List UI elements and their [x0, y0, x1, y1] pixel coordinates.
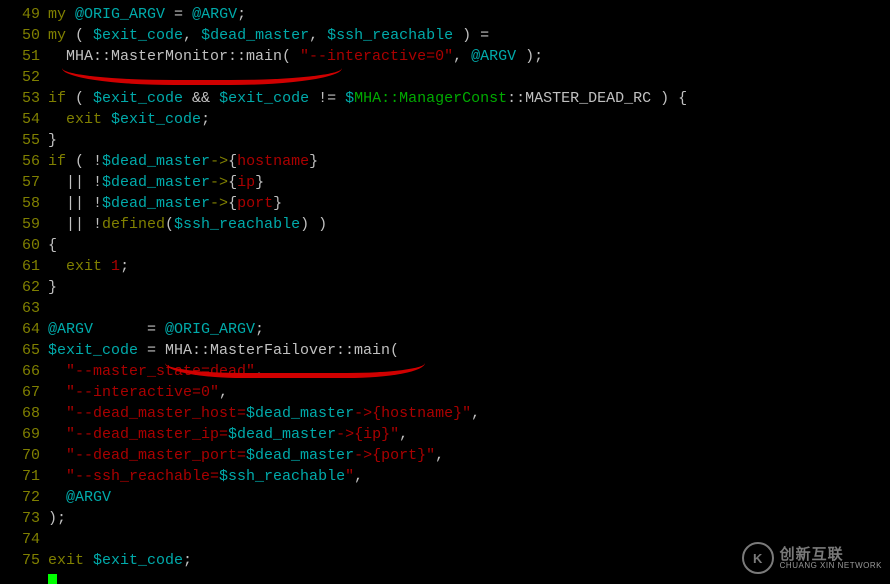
- line-number: 71: [0, 466, 48, 487]
- code-line[interactable]: 59 || !defined($ssh_reachable) ): [0, 214, 890, 235]
- line-number: 60: [0, 235, 48, 256]
- code-content[interactable]: "--dead_master_ip=$dead_master->{ip}",: [48, 424, 408, 445]
- code-content[interactable]: || !$dead_master->{ip}: [48, 172, 264, 193]
- line-number: 62: [0, 277, 48, 298]
- line-number: 49: [0, 4, 48, 25]
- code-content[interactable]: "--interactive=0",: [48, 382, 228, 403]
- line-number: 63: [0, 298, 48, 319]
- line-number: 56: [0, 151, 48, 172]
- code-content[interactable]: || !$dead_master->{port}: [48, 193, 282, 214]
- watermark-logo-icon: K: [742, 542, 774, 574]
- code-line[interactable]: 61 exit 1;: [0, 256, 890, 277]
- code-line[interactable]: 67 "--interactive=0",: [0, 382, 890, 403]
- line-number: 51: [0, 46, 48, 67]
- code-line[interactable]: 50my ( $exit_code, $dead_master, $ssh_re…: [0, 25, 890, 46]
- code-content[interactable]: @ARGV = @ORIG_ARGV;: [48, 319, 264, 340]
- code-content[interactable]: "--master_state=dead",: [48, 361, 264, 382]
- code-content[interactable]: $exit_code = MHA::MasterFailover::main(: [48, 340, 399, 361]
- code-content[interactable]: "--dead_master_port=$dead_master->{port}…: [48, 445, 444, 466]
- line-number: 55: [0, 130, 48, 151]
- code-line[interactable]: 54 exit $exit_code;: [0, 109, 890, 130]
- line-number: 65: [0, 340, 48, 361]
- line-number: [0, 571, 48, 584]
- code-content[interactable]: MHA::MasterMonitor::main( "--interactive…: [48, 46, 543, 67]
- code-line[interactable]: 56if ( !$dead_master->{hostname}: [0, 151, 890, 172]
- line-number: 70: [0, 445, 48, 466]
- line-number: 59: [0, 214, 48, 235]
- code-line[interactable]: 71 "--ssh_reachable=$ssh_reachable",: [0, 466, 890, 487]
- code-line[interactable]: 57 || !$dead_master->{ip}: [0, 172, 890, 193]
- code-content[interactable]: exit $exit_code;: [48, 550, 192, 571]
- line-number: 61: [0, 256, 48, 277]
- code-content[interactable]: my ( $exit_code, $dead_master, $ssh_reac…: [48, 25, 489, 46]
- code-editor[interactable]: 49my @ORIG_ARGV = @ARGV;50my ( $exit_cod…: [0, 0, 890, 584]
- code-content[interactable]: my @ORIG_ARGV = @ARGV;: [48, 4, 246, 25]
- code-line[interactable]: 49my @ORIG_ARGV = @ARGV;: [0, 4, 890, 25]
- code-content[interactable]: );: [48, 508, 66, 529]
- line-number: 74: [0, 529, 48, 550]
- code-line[interactable]: 52: [0, 67, 890, 88]
- line-number: 66: [0, 361, 48, 382]
- code-line[interactable]: 55}: [0, 130, 890, 151]
- code-content[interactable]: if ( !$dead_master->{hostname}: [48, 151, 318, 172]
- line-number: 73: [0, 508, 48, 529]
- code-content[interactable]: exit 1;: [48, 256, 129, 277]
- line-number: 52: [0, 67, 48, 88]
- line-number: 75: [0, 550, 48, 571]
- code-content[interactable]: "--dead_master_host=$dead_master->{hostn…: [48, 403, 480, 424]
- code-line[interactable]: 66 "--master_state=dead",: [0, 361, 890, 382]
- code-content[interactable]: if ( $exit_code && $exit_code != $MHA::M…: [48, 88, 687, 109]
- code-content[interactable]: "--ssh_reachable=$ssh_reachable",: [48, 466, 363, 487]
- code-line[interactable]: 51 MHA::MasterMonitor::main( "--interact…: [0, 46, 890, 67]
- line-number: 68: [0, 403, 48, 424]
- watermark-name: 创新互联: [780, 547, 882, 562]
- code-line[interactable]: 72 @ARGV: [0, 487, 890, 508]
- code-content[interactable]: }: [48, 130, 57, 151]
- code-content[interactable]: }: [48, 277, 57, 298]
- code-line[interactable]: 60{: [0, 235, 890, 256]
- line-number: 54: [0, 109, 48, 130]
- line-number: 57: [0, 172, 48, 193]
- code-line[interactable]: 65$exit_code = MHA::MasterFailover::main…: [0, 340, 890, 361]
- line-number: 50: [0, 25, 48, 46]
- code-content[interactable]: exit $exit_code;: [48, 109, 210, 130]
- line-number: 67: [0, 382, 48, 403]
- code-line[interactable]: 69 "--dead_master_ip=$dead_master->{ip}"…: [0, 424, 890, 445]
- code-line[interactable]: 64@ARGV = @ORIG_ARGV;: [0, 319, 890, 340]
- line-number: 69: [0, 424, 48, 445]
- code-content[interactable]: @ARGV: [48, 487, 111, 508]
- line-number: 72: [0, 487, 48, 508]
- code-content[interactable]: {: [48, 235, 57, 256]
- code-line[interactable]: 73);: [0, 508, 890, 529]
- line-number: 53: [0, 88, 48, 109]
- code-line[interactable]: 58 || !$dead_master->{port}: [0, 193, 890, 214]
- code-line[interactable]: 63: [0, 298, 890, 319]
- code-line[interactable]: 68 "--dead_master_host=$dead_master->{ho…: [0, 403, 890, 424]
- watermark: K 创新互联 CHUANG XIN NETWORK: [742, 542, 882, 574]
- code-line[interactable]: 53if ( $exit_code && $exit_code != $MHA:…: [0, 88, 890, 109]
- line-number: 58: [0, 193, 48, 214]
- cursor-icon: [48, 574, 57, 584]
- code-line[interactable]: 70 "--dead_master_port=$dead_master->{po…: [0, 445, 890, 466]
- code-line[interactable]: 62}: [0, 277, 890, 298]
- line-number: 64: [0, 319, 48, 340]
- watermark-sub: CHUANG XIN NETWORK: [780, 562, 882, 570]
- code-content[interactable]: || !defined($ssh_reachable) ): [48, 214, 327, 235]
